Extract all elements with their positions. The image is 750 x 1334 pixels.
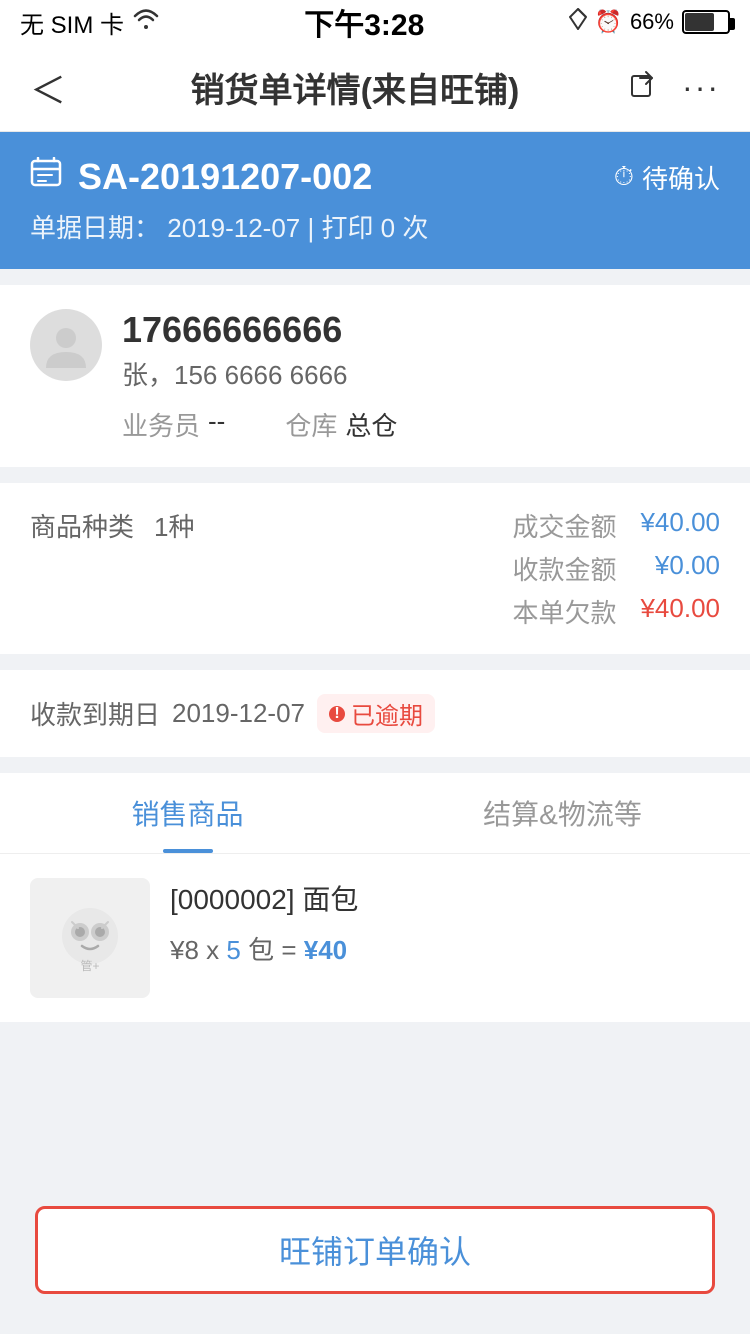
product-name: [0000002] 面包: [170, 878, 720, 918]
amount-debt-value: ¥40.00: [640, 593, 720, 630]
amount-row-deal: 成交金额 ¥40.00: [512, 507, 720, 544]
price-value: ¥8: [170, 935, 199, 965]
amount-deal-label: 成交金额: [512, 507, 616, 544]
page-title: 销货单详情(来自旺铺): [90, 63, 620, 112]
tabs-section: 销售商品 结算&物流等: [0, 773, 750, 854]
order-date-value: 2019-12-07: [167, 213, 300, 243]
tab-products-label: 销售商品: [131, 793, 243, 833]
overdue-text: 已逾期: [351, 696, 423, 731]
tab-settlement[interactable]: 结算&物流等: [375, 773, 750, 853]
tab-settlement-label: 结算&物流等: [483, 793, 642, 833]
bottom-spacer: [0, 1022, 750, 1222]
svg-text:管+: 管+: [80, 958, 99, 973]
battery-label: 66%: [630, 9, 674, 35]
customer-phone: 17666666666: [122, 309, 720, 351]
product-image: 管+: [30, 878, 150, 998]
back-button[interactable]: ＜: [30, 62, 90, 114]
product-item: 管+ [0000002] 面包 ¥8 x 5 包 = ¥40: [30, 878, 720, 998]
product-code: [0000002]: [170, 884, 295, 915]
order-date-label: 单据日期：: [30, 213, 160, 243]
wifi-icon: [132, 8, 160, 36]
product-details: [0000002] 面包 ¥8 x 5 包 = ¥40: [170, 878, 720, 967]
order-id-text: SA-20191207-002: [78, 156, 372, 198]
location-icon: [569, 8, 587, 36]
order-status-badge: ⏱ 待确认: [614, 159, 720, 196]
status-bar: 无 SIM 卡 下午3:28 ⏰ 66%: [0, 0, 750, 44]
customer-section: 17666666666 张，156 6666 6666 业务员 -- 仓库 总仓: [0, 285, 750, 467]
more-icon[interactable]: ···: [682, 69, 720, 106]
status-time: 下午3:28: [304, 0, 424, 44]
order-icon: [30, 156, 66, 198]
order-id: SA-20191207-002: [30, 156, 372, 198]
product-placeholder-icon: 管+: [50, 898, 130, 978]
overdue-dot-icon: !: [329, 706, 345, 722]
clock-icon: ⏱: [614, 161, 634, 193]
overdue-badge: ! 已逾期: [317, 694, 435, 733]
customer-name: 张，156 6666 6666: [122, 355, 720, 392]
product-price-row: ¥8 x 5 包 = ¥40: [170, 930, 720, 967]
tab-products[interactable]: 销售商品: [0, 773, 375, 853]
nav-actions: ···: [620, 69, 720, 106]
nav-bar: ＜ 销货单详情(来自旺铺) ···: [0, 44, 750, 132]
order-meta: 单据日期： 2019-12-07 | 打印 0 次: [30, 208, 720, 245]
battery-icon: [682, 10, 730, 34]
unit-label: 包: [248, 935, 274, 965]
due-date-section: 收款到期日 2019-12-07 ! 已逾期: [0, 670, 750, 757]
multiply-symbol: x: [206, 935, 226, 965]
customer-avatar: [30, 309, 102, 381]
amount-row-debt: 本单欠款 ¥40.00: [512, 593, 720, 630]
order-status-text: 待确认: [642, 159, 720, 196]
confirm-order-button[interactable]: 旺铺订单确认: [35, 1206, 715, 1294]
share-icon[interactable]: [630, 70, 658, 105]
product-quantity: 5: [226, 935, 240, 965]
amount-debt-label: 本单欠款: [512, 593, 616, 630]
due-date-value: 2019-12-07: [172, 698, 305, 729]
amount-info: 成交金额 ¥40.00 收款金额 ¥0.00 本单欠款 ¥40.00: [512, 507, 720, 630]
warehouse-label: 仓库: [285, 406, 337, 443]
amount-received-label: 收款金额: [512, 550, 616, 587]
warehouse-value: 总仓: [345, 406, 397, 443]
product-total: ¥40: [304, 935, 347, 965]
salesperson-value: --: [208, 406, 225, 443]
summary-section: 商品种类 1种 成交金额 ¥40.00 收款金额 ¥0.00 本单欠款 ¥40.…: [0, 483, 750, 654]
tab-indicator: [163, 849, 213, 853]
salesperson-item: 业务员 --: [122, 406, 225, 443]
equals-symbol: =: [281, 935, 303, 965]
order-header-card: SA-20191207-002 ⏱ 待确认 单据日期： 2019-12-07 |…: [0, 132, 750, 269]
carrier-label: 无 SIM 卡: [20, 5, 124, 40]
confirm-button-wrapper: 旺铺订单确认: [35, 1206, 715, 1294]
product-type-label: 商品种类: [30, 507, 134, 544]
customer-meta: 业务员 -- 仓库 总仓: [122, 406, 720, 443]
amount-received-value: ¥0.00: [655, 550, 720, 587]
order-print-info: | 打印 0 次: [307, 213, 428, 243]
status-right: ⏰ 66%: [569, 8, 730, 36]
due-date-label: 收款到期日: [30, 695, 160, 732]
product-name-text: 面包: [302, 884, 358, 915]
customer-info: 17666666666 张，156 6666 6666 业务员 -- 仓库 总仓: [122, 309, 720, 443]
product-type-value: 1种: [154, 507, 194, 544]
amount-row-received: 收款金额 ¥0.00: [512, 550, 720, 587]
status-left: 无 SIM 卡: [20, 5, 160, 40]
salesperson-label: 业务员: [122, 406, 200, 443]
alarm-icon: ⏰: [595, 9, 622, 35]
warehouse-item: 仓库 总仓: [285, 406, 397, 443]
amount-deal-value: ¥40.00: [640, 507, 720, 544]
product-type-info: 商品种类 1种: [30, 507, 194, 544]
order-header-top: SA-20191207-002 ⏱ 待确认: [30, 156, 720, 198]
product-section: 管+ [0000002] 面包 ¥8 x 5 包 = ¥40: [0, 854, 750, 1022]
